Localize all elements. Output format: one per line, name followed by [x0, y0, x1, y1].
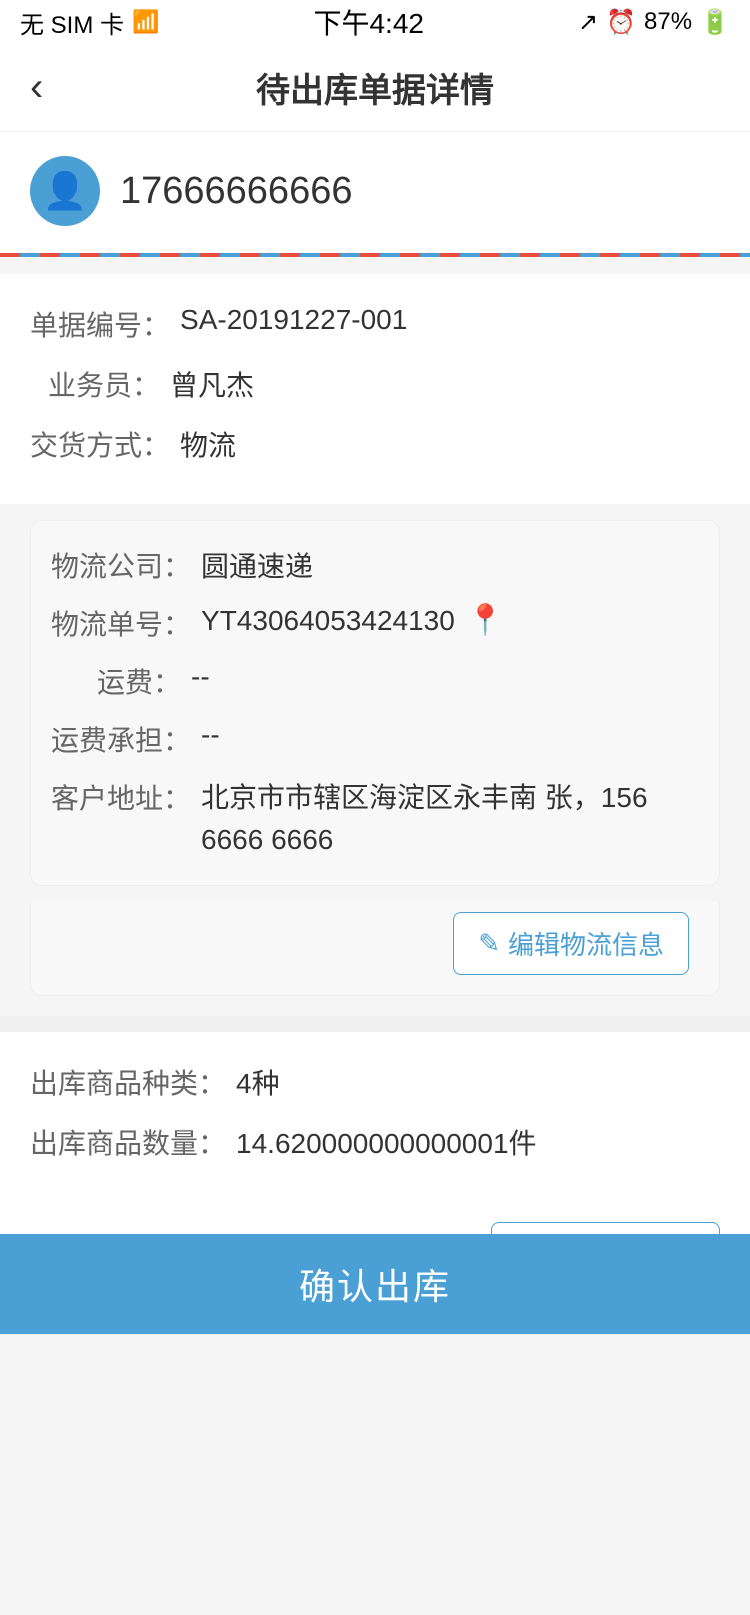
- tracking-location-icon[interactable]: 📍: [467, 603, 504, 638]
- freight-label: 运费：: [51, 661, 191, 701]
- dashed-divider: [0, 250, 750, 258]
- edit-logistics-button[interactable]: ✎ 编辑物流信息: [453, 912, 689, 975]
- delivery-value: 物流: [180, 424, 720, 464]
- time-text: 下午4:42: [313, 2, 424, 42]
- product-types-value: 4种: [236, 1062, 280, 1102]
- address-label: 客户地址：: [51, 777, 201, 817]
- order-no-label: 单据编号：: [30, 304, 180, 344]
- salesman-row: 业务员： 曾凡杰: [30, 364, 720, 404]
- product-types-row: 出库商品种类： 4种: [30, 1062, 720, 1102]
- salesman-value: 曾凡杰: [170, 364, 720, 404]
- order-no-value: SA-20191227-001: [180, 304, 720, 336]
- order-no-row: 单据编号： SA-20191227-001: [30, 304, 720, 344]
- edit-button-label: 编辑物流信息: [508, 925, 664, 962]
- avatar: 👤: [30, 156, 100, 226]
- freight-bear-value: --: [201, 719, 699, 751]
- tracking-no-text: YT43064053424130: [201, 605, 455, 637]
- logistics-tracking-row: 物流单号： YT43064053424130 📍: [51, 603, 699, 643]
- address-row: 客户地址： 北京市市辖区海淀区永丰南 张，156 6666 6666: [51, 777, 699, 861]
- confirm-button[interactable]: 确认出库: [299, 1258, 451, 1310]
- delivery-row: 交货方式： 物流: [30, 424, 720, 464]
- product-quantity-label: 出库商品数量：: [30, 1122, 236, 1162]
- customer-header: 👤 17666666666: [0, 132, 750, 250]
- status-right: ↗ ⏰ 87% 🔋: [578, 8, 730, 37]
- confirm-btn-container: 确认出库: [0, 1234, 750, 1334]
- logistics-company-row: 物流公司： 圆通速递: [51, 545, 699, 585]
- address-value: 北京市市辖区海淀区永丰南 张，156 6666 6666: [201, 777, 699, 861]
- logistics-company-label: 物流公司：: [51, 545, 201, 585]
- customer-phone: 17666666666: [120, 170, 352, 213]
- freight-value: --: [191, 661, 699, 693]
- order-info-section: 单据编号： SA-20191227-001 业务员： 曾凡杰 交货方式： 物流: [0, 274, 750, 504]
- freight-bear-label: 运费承担：: [51, 719, 201, 759]
- battery-icon: 🔋: [700, 8, 730, 37]
- battery-text: 87%: [644, 8, 692, 36]
- alarm-icon: ⏰: [606, 8, 636, 37]
- carrier-text: 无 SIM 卡: [20, 5, 124, 40]
- logistics-company-value: 圆通速递: [201, 545, 699, 585]
- location-status-icon: ↗: [578, 8, 598, 37]
- wifi-icon: 📶: [132, 9, 159, 35]
- section-divider: [0, 1016, 750, 1032]
- product-quantity-row: 出库商品数量： 14.620000000000001件: [30, 1122, 720, 1162]
- status-left: 无 SIM 卡 📶: [20, 5, 159, 40]
- back-button[interactable]: ‹: [30, 65, 43, 110]
- logistics-tracking-label: 物流单号：: [51, 603, 201, 643]
- product-types-label: 出库商品种类：: [30, 1062, 236, 1102]
- freight-row: 运费： --: [51, 661, 699, 701]
- edit-icon: ✎: [478, 928, 500, 959]
- salesman-label: 业务员：: [30, 364, 170, 404]
- product-quantity-value: 14.620000000000001件: [236, 1122, 537, 1162]
- product-section: 出库商品种类： 4种 出库商品数量： 14.620000000000001件: [0, 1032, 750, 1212]
- edit-btn-container: ✎ 编辑物流信息: [30, 902, 720, 996]
- delivery-label: 交货方式：: [30, 424, 180, 464]
- nav-bar: ‹ 待出库单据详情: [0, 44, 750, 132]
- logistics-card: 物流公司： 圆通速递 物流单号： YT43064053424130 📍 运费： …: [30, 520, 720, 886]
- page-title: 待出库单据详情: [256, 63, 494, 112]
- logistics-tracking-value: YT43064053424130 📍: [201, 603, 699, 638]
- freight-bear-row: 运费承担： --: [51, 719, 699, 759]
- empty-space: [0, 1315, 750, 1515]
- avatar-icon: 👤: [43, 170, 88, 212]
- status-bar: 无 SIM 卡 📶 下午4:42 ↗ ⏰ 87% 🔋: [0, 0, 750, 44]
